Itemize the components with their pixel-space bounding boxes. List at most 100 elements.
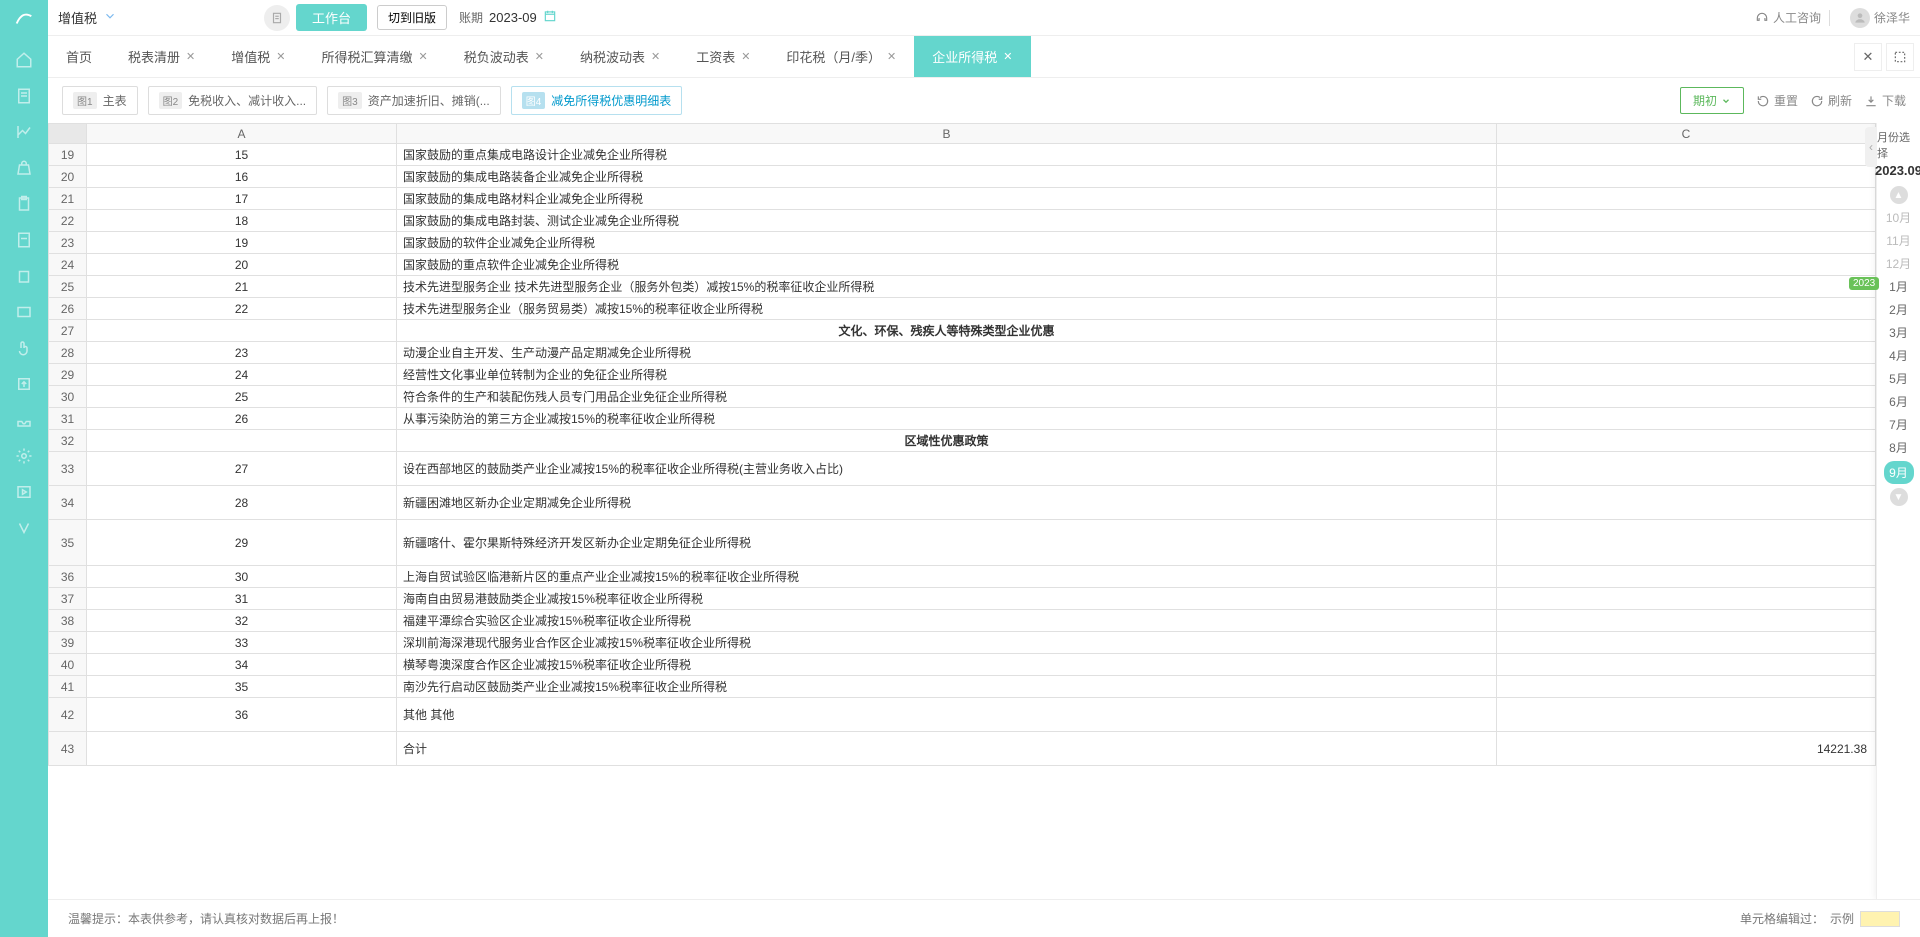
cell-a[interactable]: 32 <box>87 610 397 632</box>
month-item[interactable]: 5月 <box>1877 367 1920 390</box>
month-item[interactable]: 6月 <box>1877 390 1920 413</box>
close-icon[interactable]: ✕ <box>887 50 896 63</box>
spreadsheet[interactable]: A B C 1915国家鼓励的重点集成电路设计企业减免企业所得税2016国家鼓励… <box>48 123 1876 899</box>
cell-a[interactable]: 23 <box>87 342 397 364</box>
cell-c[interactable] <box>1497 610 1876 632</box>
cell-a[interactable]: 28 <box>87 486 397 520</box>
close-icon[interactable]: ✕ <box>741 50 750 63</box>
tab-4[interactable]: 税负波动表✕ <box>446 36 562 77</box>
cell-b[interactable]: 国家鼓励的重点集成电路设计企业减免企业所得税 <box>397 144 1497 166</box>
subtab-3[interactable]: 图4减免所得税优惠明细表 <box>511 86 683 115</box>
cell-b[interactable]: 国家鼓励的集成电路封装、测试企业减免企业所得税 <box>397 210 1497 232</box>
row-header[interactable]: 24 <box>49 254 87 276</box>
cell-a[interactable]: 29 <box>87 520 397 566</box>
nav-building-icon[interactable] <box>0 258 48 294</box>
cell-a[interactable]: 15 <box>87 144 397 166</box>
subtab-0[interactable]: 图1主表 <box>62 86 138 115</box>
tab-0[interactable]: 首页 <box>48 36 110 77</box>
nav-v-icon[interactable] <box>0 510 48 546</box>
cell-b[interactable]: 技术先进型服务企业 技术先进型服务企业（服务外包类）减按15%的税率征收企业所得… <box>397 276 1497 298</box>
row-header[interactable]: 35 <box>49 520 87 566</box>
calendar-icon[interactable] <box>543 9 557 26</box>
cell-b[interactable]: 国家鼓励的软件企业减免企业所得税 <box>397 232 1497 254</box>
cell-b[interactable]: 南沙先行启动区鼓励类产业企业减按15%税率征收企业所得税 <box>397 676 1497 698</box>
cell-a[interactable] <box>87 320 397 342</box>
month-item[interactable]: 8月 <box>1877 436 1920 459</box>
cell-c[interactable] <box>1497 364 1876 386</box>
nav-settings-icon[interactable] <box>0 438 48 474</box>
row-header[interactable]: 28 <box>49 342 87 364</box>
cell-a[interactable]: 17 <box>87 188 397 210</box>
month-item[interactable]: 9月 <box>1884 461 1914 484</box>
cell-b[interactable]: 区域性优惠政策 <box>397 430 1497 452</box>
cell-b[interactable]: 福建平潭综合实验区企业减按15%税率征收企业所得税 <box>397 610 1497 632</box>
close-icon[interactable]: ✕ <box>419 50 428 63</box>
col-header-b[interactable]: B <box>397 124 1497 144</box>
cell-c[interactable] <box>1497 698 1876 732</box>
nav-play-icon[interactable] <box>0 474 48 510</box>
row-header[interactable]: 30 <box>49 386 87 408</box>
col-header-a[interactable]: A <box>87 124 397 144</box>
nav-doc-icon[interactable] <box>0 78 48 114</box>
cell-c[interactable] <box>1497 486 1876 520</box>
tab-6[interactable]: 工资表✕ <box>678 36 768 77</box>
cell-a[interactable]: 30 <box>87 566 397 588</box>
nav-chart-icon[interactable] <box>0 114 48 150</box>
cell-b[interactable]: 深圳前海深港现代服务业合作区企业减按15%税率征收企业所得税 <box>397 632 1497 654</box>
col-header-c[interactable]: C <box>1497 124 1876 144</box>
month-item[interactable]: 12月 <box>1877 252 1920 275</box>
cell-c[interactable] <box>1497 654 1876 676</box>
tab-3[interactable]: 所得税汇算清缴✕ <box>303 36 445 77</box>
cell-c[interactable] <box>1497 588 1876 610</box>
workspace-button[interactable]: 工作台 <box>296 4 367 31</box>
month-item[interactable]: 11月 <box>1877 229 1920 252</box>
cell-b[interactable]: 新疆困滩地区新办企业定期减免企业所得税 <box>397 486 1497 520</box>
row-header[interactable]: 20 <box>49 166 87 188</box>
row-header[interactable]: 23 <box>49 232 87 254</box>
tab-1[interactable]: 税表清册✕ <box>110 36 213 77</box>
cell-b[interactable]: 设在西部地区的鼓励类产业企业减按15%的税率征收企业所得税(主营业务收入占比) <box>397 452 1497 486</box>
month-item[interactable]: 2月 <box>1877 298 1920 321</box>
row-header[interactable]: 34 <box>49 486 87 520</box>
cell-c[interactable] <box>1497 144 1876 166</box>
user-menu[interactable]: 徐泽华 <box>1850 8 1910 28</box>
month-up-button[interactable]: ▲ <box>1890 186 1908 204</box>
subtab-2[interactable]: 图3资产加速折旧、摊销(... <box>327 86 501 115</box>
nav-export-icon[interactable] <box>0 366 48 402</box>
row-header[interactable]: 39 <box>49 632 87 654</box>
cell-b[interactable]: 海南自由贸易港鼓励类企业减按15%税率征收企业所得税 <box>397 588 1497 610</box>
cell-a[interactable]: 16 <box>87 166 397 188</box>
cell-c[interactable] <box>1497 408 1876 430</box>
close-icon[interactable]: ✕ <box>535 50 544 63</box>
cell-c[interactable] <box>1497 254 1876 276</box>
cell-b[interactable]: 其他 其他 <box>397 698 1497 732</box>
cell-a[interactable]: 26 <box>87 408 397 430</box>
collapse-handle[interactable]: ‹ <box>1865 127 1877 167</box>
cell-a[interactable]: 25 <box>87 386 397 408</box>
consult-button[interactable]: 人工咨询 <box>1755 9 1821 26</box>
document-circle-button[interactable] <box>264 5 290 31</box>
row-header[interactable]: 43 <box>49 732 87 766</box>
cell-c[interactable] <box>1497 320 1876 342</box>
month-item[interactable]: 3月 <box>1877 321 1920 344</box>
cell-a[interactable]: 27 <box>87 452 397 486</box>
cell-c[interactable] <box>1497 342 1876 364</box>
cell-c[interactable] <box>1497 210 1876 232</box>
cell-c[interactable] <box>1497 632 1876 654</box>
cell-a[interactable]: 34 <box>87 654 397 676</box>
cell-c[interactable] <box>1497 566 1876 588</box>
tab-5[interactable]: 纳税波动表✕ <box>562 36 678 77</box>
nav-bag-icon[interactable] <box>0 150 48 186</box>
close-all-tabs-button[interactable]: ✕ <box>1854 43 1882 71</box>
cell-a[interactable]: 35 <box>87 676 397 698</box>
cell-a[interactable]: 31 <box>87 588 397 610</box>
nav-calc-icon[interactable] <box>0 222 48 258</box>
cell-a[interactable]: 22 <box>87 298 397 320</box>
cell-b[interactable]: 动漫企业自主开发、生产动漫产品定期减免企业所得税 <box>397 342 1497 364</box>
cell-b[interactable]: 国家鼓励的集成电路材料企业减免企业所得税 <box>397 188 1497 210</box>
cell-b[interactable]: 新疆喀什、霍尔果斯特殊经济开发区新办企业定期免征企业所得税 <box>397 520 1497 566</box>
close-icon[interactable]: ✕ <box>1003 50 1012 63</box>
subtab-1[interactable]: 图2免税收入、减计收入... <box>148 86 318 115</box>
refresh-button[interactable]: 刷新 <box>1810 92 1852 109</box>
row-header[interactable]: 41 <box>49 676 87 698</box>
